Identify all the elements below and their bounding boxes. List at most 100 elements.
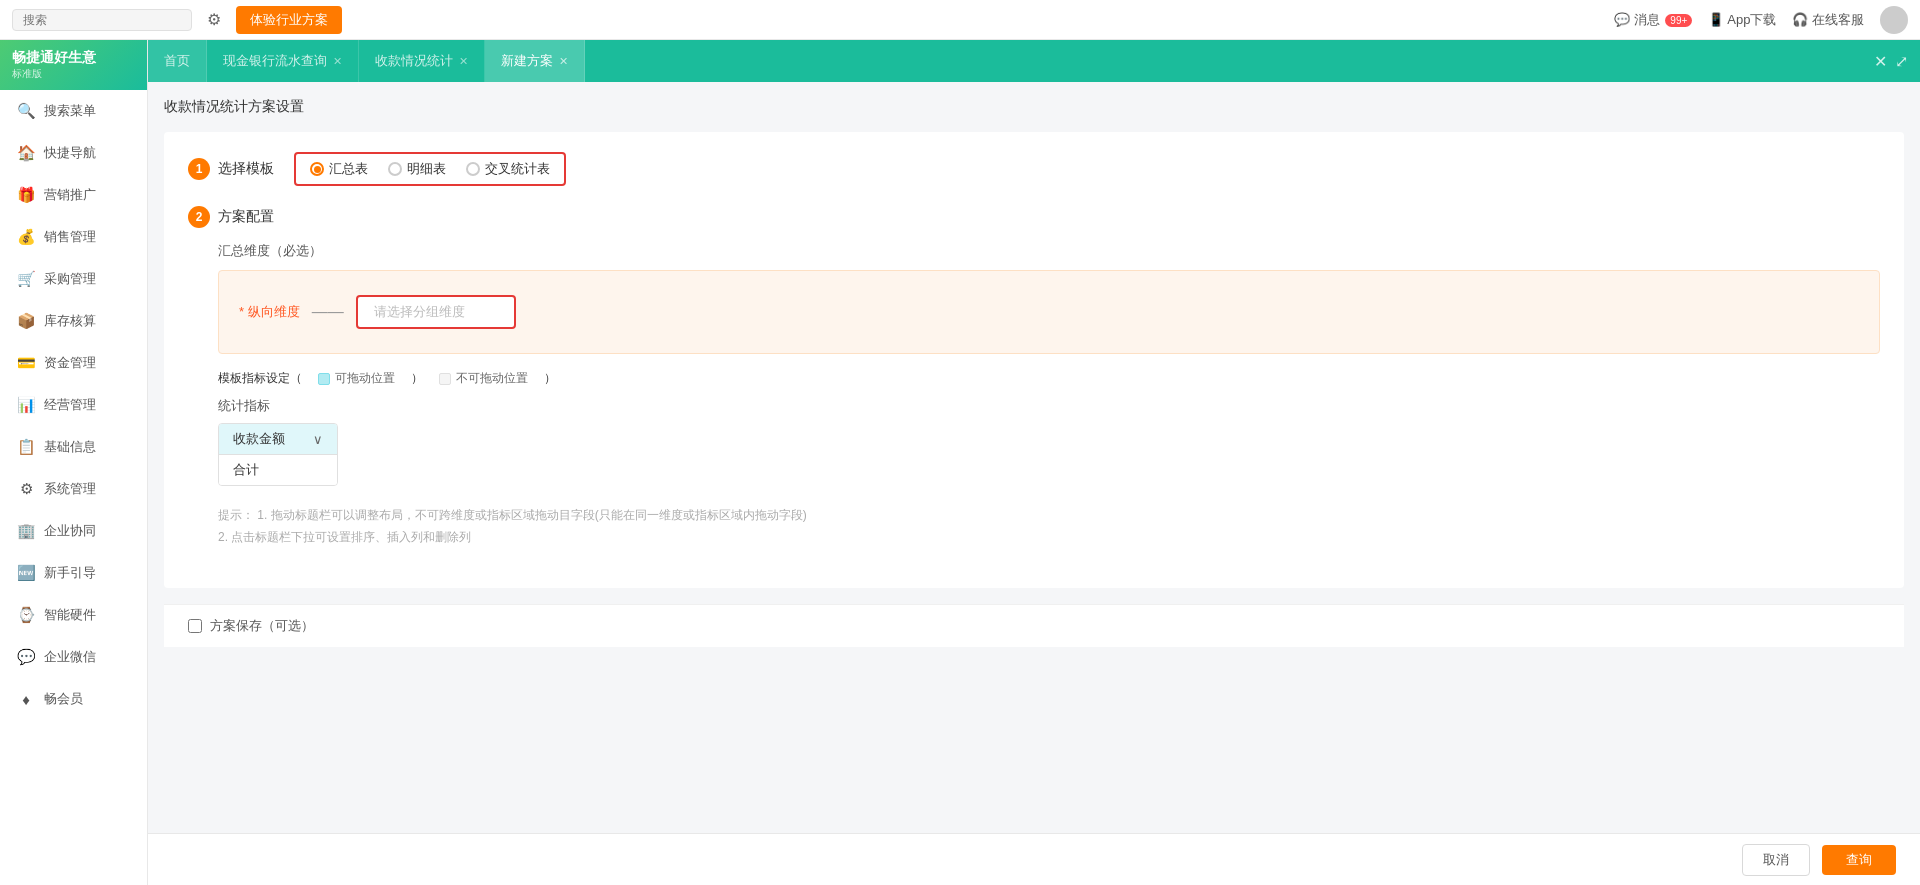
- close-window-icon[interactable]: ✕: [1874, 52, 1887, 71]
- system-label: 系统管理: [44, 480, 96, 498]
- section1-label: 选择模板: [218, 160, 274, 178]
- sidebar-item-system[interactable]: ⚙ 系统管理: [0, 468, 147, 510]
- guide-icon: 🆕: [16, 564, 36, 582]
- layout: 畅捷通好生意 标准版 🔍 搜索菜单🏠 快捷导航🎁 营销推广💰 销售管理🛒 采购管…: [0, 40, 1920, 885]
- search-menu-label: 搜索菜单: [44, 102, 96, 120]
- smart-hw-label: 智能硬件: [44, 606, 96, 624]
- radio-cross-label: 交叉统计表: [485, 160, 550, 178]
- marketing-label: 营销推广: [44, 186, 96, 204]
- save-checkbox[interactable]: [188, 619, 202, 633]
- sidebar-nav: 🔍 搜索菜单🏠 快捷导航🎁 营销推广💰 销售管理🛒 采购管理📦 库存核算💳 资金…: [0, 90, 147, 720]
- member-label: 畅会员: [44, 690, 83, 708]
- sidebar-item-purchase[interactable]: 🛒 采购管理: [0, 258, 147, 300]
- sidebar-item-inventory[interactable]: 📦 库存核算: [0, 300, 147, 342]
- section2-row: 2 方案配置 汇总维度（必选） * 纵向维度 —— 请选择分组维度: [188, 206, 1880, 548]
- main-content: 首页现金银行流水查询✕收款情况统计✕新建方案✕ ✕ ⤢ 收款情况统计方案设置 1…: [148, 40, 1920, 885]
- content-area: 收款情况统计方案设置 1 选择模板 汇总表明细表交叉统计表 2 方案配置: [148, 82, 1920, 833]
- dimension-area: * 纵向维度 —— 请选择分组维度: [218, 270, 1880, 354]
- radio-summary-label: 汇总表: [329, 160, 368, 178]
- draggable-icon: [318, 373, 330, 385]
- inventory-icon: 📦: [16, 312, 36, 330]
- section1-row: 1 选择模板 汇总表 明细表 交叉统计表: [188, 152, 1880, 186]
- gear-icon[interactable]: ⚙: [200, 6, 228, 34]
- section1-number: 1: [188, 158, 210, 180]
- page-title: 收款情况统计方案设置: [164, 98, 1904, 116]
- tab-collection-stat-close[interactable]: ✕: [459, 55, 468, 68]
- purchase-icon: 🛒: [16, 270, 36, 288]
- section2-number: 2: [188, 206, 210, 228]
- indicator-header-text: 收款金额: [233, 430, 285, 448]
- trial-button[interactable]: 体验行业方案: [236, 6, 342, 34]
- tab-collection-stat-label: 收款情况统计: [375, 52, 453, 70]
- radio-cross[interactable]: 交叉统计表: [466, 160, 550, 178]
- page-container: 收款情况统计方案设置 1 选择模板 汇总表明细表交叉统计表 2 方案配置: [148, 82, 1920, 663]
- sales-icon: 💰: [16, 228, 36, 246]
- sidebar-item-sales[interactable]: 💰 销售管理: [0, 216, 147, 258]
- sidebar-item-corp-collab[interactable]: 🏢 企业协同: [0, 510, 147, 552]
- operation-icon: 📊: [16, 396, 36, 414]
- search-input[interactable]: [12, 9, 192, 31]
- tab-new-plan-close[interactable]: ✕: [559, 55, 568, 68]
- config-body: 汇总维度（必选） * 纵向维度 —— 请选择分组维度: [188, 242, 1880, 548]
- logo-edition: 标准版: [12, 67, 96, 81]
- corp-wechat-icon: 💬: [16, 648, 36, 666]
- tab-home[interactable]: 首页: [148, 40, 207, 82]
- top-bar: ⚙ 体验行业方案 💬 消息 99+ 📱 App下载 🎧 在线客服: [0, 0, 1920, 40]
- tab-bank-flow-label: 现金银行流水查询: [223, 52, 327, 70]
- app-download-link[interactable]: 📱 App下载: [1708, 11, 1776, 29]
- sidebar-item-corp-wechat[interactable]: 💬 企业微信: [0, 636, 147, 678]
- basic-info-icon: 📋: [16, 438, 36, 456]
- indicator-section: 模板指标设定（ 可拖动位置 ） 不可拖动位置: [218, 370, 1880, 489]
- user-avatar: [1880, 6, 1908, 34]
- indicator-dropdown-icon[interactable]: ∨: [313, 432, 323, 447]
- tab-bar: 首页现金银行流水查询✕收款情况统计✕新建方案✕ ✕ ⤢: [148, 40, 1920, 82]
- sidebar-item-operation[interactable]: 📊 经营管理: [0, 384, 147, 426]
- save-area: 方案保存（可选）: [164, 604, 1904, 647]
- indicator-table: 收款金额 ∨ 合计: [218, 423, 338, 486]
- indicator-label: 统计指标: [218, 397, 1880, 415]
- tab-collection-stat[interactable]: 收款情况统计 ✕: [359, 40, 485, 82]
- sales-label: 销售管理: [44, 228, 96, 246]
- tab-home-label: 首页: [164, 52, 190, 70]
- sidebar-item-member[interactable]: ♦ 畅会员: [0, 678, 147, 720]
- online-service-link[interactable]: 🎧 在线客服: [1792, 11, 1864, 29]
- fixed-icon: [439, 373, 451, 385]
- logo-brand: 畅捷通好生意: [12, 49, 96, 67]
- radio-detail[interactable]: 明细表: [388, 160, 446, 178]
- dimension-row: * 纵向维度 —— 请选择分组维度: [239, 295, 1859, 329]
- legend-draggable: 可拖动位置: [318, 370, 395, 387]
- sidebar-item-quick-nav[interactable]: 🏠 快捷导航: [0, 132, 147, 174]
- tab-bank-flow[interactable]: 现金银行流水查询 ✕: [207, 40, 359, 82]
- operation-label: 经营管理: [44, 396, 96, 414]
- radio-cross-circle: [466, 162, 480, 176]
- indicator-header[interactable]: 收款金额 ∨: [219, 424, 337, 455]
- cancel-button[interactable]: 取消: [1742, 844, 1810, 876]
- expand-window-icon[interactable]: ⤢: [1895, 52, 1908, 71]
- sidebar-item-smart-hw[interactable]: ⌚ 智能硬件: [0, 594, 147, 636]
- radio-summary[interactable]: 汇总表: [310, 160, 368, 178]
- footer-bar: 取消 查询: [148, 833, 1920, 885]
- template-radio-group: 汇总表 明细表 交叉统计表: [294, 152, 566, 186]
- system-icon: ⚙: [16, 480, 36, 498]
- quick-nav-icon: 🏠: [16, 144, 36, 162]
- sidebar-item-capital[interactable]: 💳 资金管理: [0, 342, 147, 384]
- message-link[interactable]: 💬 消息 99+: [1614, 11, 1692, 29]
- tab-new-plan[interactable]: 新建方案✕: [485, 40, 585, 82]
- sidebar-item-guide[interactable]: 🆕 新手引导: [0, 552, 147, 594]
- corp-wechat-label: 企业微信: [44, 648, 96, 666]
- query-button[interactable]: 查询: [1822, 845, 1896, 875]
- corp-collab-icon: 🏢: [16, 522, 36, 540]
- indicator-section-title: 模板指标设定（: [218, 370, 302, 387]
- sidebar-item-basic-info[interactable]: 📋 基础信息: [0, 426, 147, 468]
- corp-collab-label: 企业协同: [44, 522, 96, 540]
- radio-detail-label: 明细表: [407, 160, 446, 178]
- sidebar-item-search-menu[interactable]: 🔍 搜索菜单: [0, 90, 147, 132]
- indicator-row-total: 合计: [219, 455, 337, 485]
- legend-fixed: 不可拖动位置: [439, 370, 528, 387]
- indicator-legend: 模板指标设定（ 可拖动位置 ） 不可拖动位置: [218, 370, 1880, 387]
- dimension-selector[interactable]: 请选择分组维度: [356, 295, 516, 329]
- dimension-group-title: 汇总维度（必选）: [218, 242, 1880, 260]
- sidebar-item-marketing[interactable]: 🎁 营销推广: [0, 174, 147, 216]
- row-dim-label: * 纵向维度: [239, 303, 300, 321]
- tab-bank-flow-close[interactable]: ✕: [333, 55, 342, 68]
